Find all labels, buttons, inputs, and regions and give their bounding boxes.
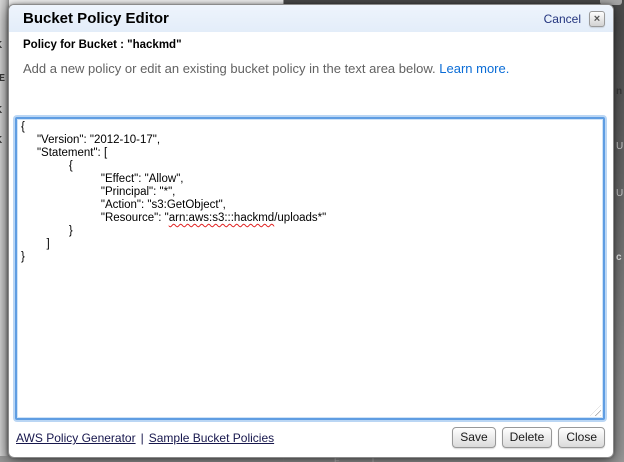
save-button[interactable]: Save: [452, 427, 495, 448]
policy-line: "Effect": "Allow",: [21, 173, 601, 186]
dialog-title: Bucket Policy Editor: [23, 5, 169, 33]
aws-policy-generator-link[interactable]: AWS Policy Generator: [16, 431, 136, 445]
bucket-policy-editor-dialog: Bucket Policy Editor Cancel × Policy for…: [8, 4, 614, 458]
policy-for-bucket-heading: Policy for Bucket : "hackmd": [23, 39, 182, 51]
background-text-fragment: Œ: [0, 73, 5, 84]
policy-line: ]: [21, 238, 601, 251]
policy-line: "Version": "2012-10-17",: [21, 134, 601, 147]
policy-line: {: [21, 160, 601, 173]
resource-prefix: "Resource": ": [21, 212, 169, 224]
background-text-fragment: K: [0, 105, 2, 116]
background-text-fragment: c: [616, 252, 622, 263]
close-button[interactable]: Close: [558, 427, 605, 448]
delete-button[interactable]: Delete: [502, 427, 553, 448]
dialog-description: Add a new policy or edit an existing buc…: [23, 61, 509, 76]
description-text: Add a new policy or edit an existing buc…: [23, 61, 436, 76]
policy-line: "Action": "s3:GetObject",: [21, 199, 601, 212]
policy-textarea[interactable]: { "Version": "2012-10-17", "Statement": …: [15, 117, 605, 420]
textarea-resize-grip[interactable]: [590, 405, 601, 416]
learn-more-link[interactable]: Learn more.: [439, 61, 509, 76]
footer-links: AWS Policy Generator | Sample Bucket Polic…: [16, 431, 274, 445]
policy-json-text: { "Version": "2012-10-17", "Statement": …: [21, 121, 601, 264]
resource-suffix: /uploads*": [274, 212, 326, 224]
policy-line: }: [21, 225, 601, 238]
resource-arn-misspelled: arn:aws:s3:::hackmd: [169, 212, 274, 224]
background-text-fragment: K: [0, 135, 2, 146]
background-text-fragment: U: [616, 141, 623, 152]
policy-line: "Statement": [: [21, 147, 601, 160]
background-text-fragment: K: [0, 40, 2, 51]
policy-line: {: [21, 121, 601, 134]
sample-bucket-policies-link[interactable]: Sample Bucket Policies: [149, 431, 274, 445]
dialog-titlebar: Bucket Policy Editor Cancel ×: [9, 5, 613, 32]
footer-buttons: Save Delete Close: [452, 427, 605, 448]
policy-line-resource: "Resource": "arn:aws:s3:::hackmd/uploads…: [21, 212, 601, 225]
policy-line: "Principal": "*",: [21, 186, 601, 199]
policy-line: }: [21, 251, 601, 264]
background-text-fragment: n: [616, 86, 622, 97]
background-text-fragment: U: [616, 188, 623, 199]
cancel-link[interactable]: Cancel: [544, 12, 581, 26]
link-separator: |: [141, 431, 144, 445]
close-icon[interactable]: ×: [589, 11, 605, 27]
background-page-right: n U U c: [615, 0, 624, 456]
